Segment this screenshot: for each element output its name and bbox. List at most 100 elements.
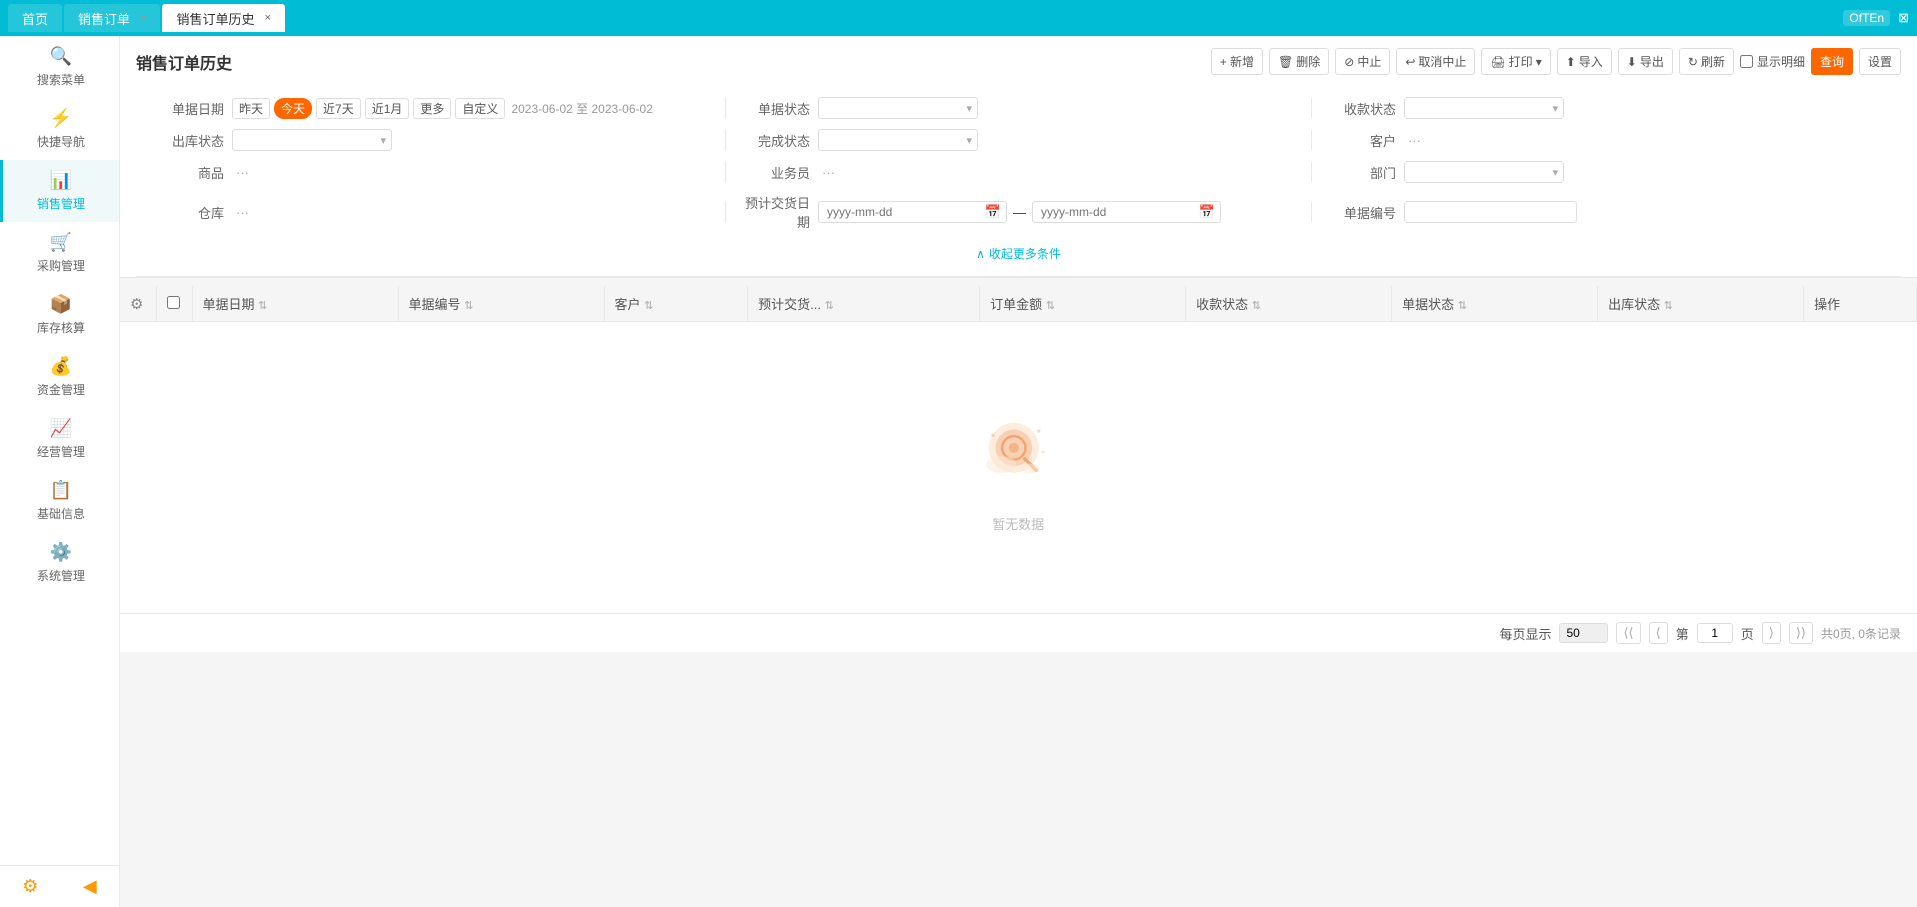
table-settings-icon[interactable]: ⚙ bbox=[130, 296, 143, 313]
divider-3 bbox=[725, 130, 726, 150]
status-select[interactable] bbox=[818, 97, 978, 119]
sort-expected-date-icon[interactable]: ⇅ bbox=[825, 300, 834, 312]
quick-7days[interactable]: 近7天 bbox=[316, 98, 361, 119]
salesperson-label: 业务员 bbox=[738, 163, 818, 182]
clipboard-icon: 📋 bbox=[50, 480, 72, 501]
th-out-status[interactable]: 出库状态 ⇅ bbox=[1598, 286, 1804, 322]
refresh-button[interactable]: ↻ 刷新 bbox=[1679, 48, 1734, 75]
print-button[interactable]: 🖨 打印 ▾ bbox=[1481, 48, 1550, 75]
display-detail-checkbox[interactable]: 显示明细 bbox=[1740, 53, 1805, 70]
quick-more[interactable]: 更多 bbox=[413, 98, 451, 119]
sort-out-status-icon[interactable]: ⇅ bbox=[1664, 300, 1673, 312]
new-button[interactable]: + 新增 bbox=[1211, 48, 1263, 75]
th-expected-date[interactable]: 预计交货... ⇅ bbox=[748, 286, 980, 322]
export-button[interactable]: ⬇ 导出 bbox=[1618, 48, 1673, 75]
lightning-icon: ⚡ bbox=[50, 108, 72, 129]
sidebar-item-inventory[interactable]: 📦 库存核算 bbox=[0, 284, 119, 346]
select-all-checkbox[interactable] bbox=[167, 296, 180, 309]
th-docno[interactable]: 单据编号 ⇅ bbox=[398, 286, 604, 322]
divider-1 bbox=[725, 98, 726, 118]
delete-button[interactable]: 🗑 删除 bbox=[1269, 48, 1329, 75]
sidebar-item-sys-mgmt[interactable]: ⚙️ 系统管理 bbox=[0, 532, 119, 594]
stop-button[interactable]: ⊘ 中止 bbox=[1335, 48, 1390, 75]
next-page-btn[interactable]: ⟩ bbox=[1762, 622, 1781, 644]
expected-date-end-wrapper: 📅 bbox=[1032, 201, 1221, 223]
empty-illustration bbox=[968, 402, 1068, 502]
search-icon: 🔍 bbox=[50, 46, 72, 67]
tab-sales-order-close[interactable]: × bbox=[140, 12, 146, 24]
sort-docno-icon[interactable]: ⇅ bbox=[464, 300, 473, 312]
sidebar-item-operations[interactable]: 📈 经营管理 bbox=[0, 408, 119, 470]
sidebar-item-sys-mgmt-label: 系统管理 bbox=[37, 567, 85, 584]
sidebar-item-purchase-mgmt[interactable]: 🛒 采购管理 bbox=[0, 222, 119, 284]
date-range-dash: — bbox=[1013, 205, 1026, 220]
tab-sales-order-history[interactable]: 销售订单历史 × bbox=[162, 4, 284, 32]
money-icon: 💰 bbox=[50, 356, 72, 377]
quick-custom[interactable]: 自定义 bbox=[455, 98, 505, 119]
settings-button[interactable]: 设置 bbox=[1859, 48, 1901, 75]
collapse-row[interactable]: ∧ 收起更多条件 bbox=[152, 241, 1885, 266]
warehouse-picker-icon[interactable]: ··· bbox=[232, 205, 253, 220]
quick-yesterday[interactable]: 昨天 bbox=[232, 98, 270, 119]
th-doc-status[interactable]: 单据状态 ⇅ bbox=[1392, 286, 1598, 322]
th-payment-status[interactable]: 收款状态 ⇅ bbox=[1186, 286, 1392, 322]
date-filter-control: 昨天 今天 近7天 近1月 更多 自定义 2023-06-02 至 2023-0… bbox=[232, 98, 713, 119]
tab-home[interactable]: 首页 bbox=[8, 4, 62, 32]
th-date-label: 单据日期 bbox=[203, 297, 255, 312]
payment-label: 收款状态 bbox=[1324, 99, 1404, 118]
sidebar-item-data[interactable]: 📋 基础信息 bbox=[0, 470, 119, 532]
page-size-select[interactable]: 50 20 100 bbox=[1559, 623, 1608, 643]
refresh-icon: ↻ bbox=[1688, 55, 1698, 69]
prev-page-btn[interactable]: ⟨ bbox=[1649, 622, 1668, 644]
tab-sales-order-history-close[interactable]: × bbox=[264, 12, 270, 24]
complete-select-wrapper: ▾ bbox=[818, 129, 978, 151]
th-date[interactable]: 单据日期 ⇅ bbox=[192, 286, 398, 322]
filter-row-2: 出库状态 ▾ 完成状态 bbox=[152, 129, 1885, 151]
divider-4 bbox=[1311, 130, 1312, 150]
query-button[interactable]: 查询 bbox=[1811, 48, 1853, 75]
sidebar-item-sales-mgmt[interactable]: 📊 销售管理 bbox=[0, 160, 119, 222]
th-amount[interactable]: 订单金额 ⇅ bbox=[980, 286, 1186, 322]
display-detail-input[interactable] bbox=[1740, 55, 1753, 68]
sort-customer-icon[interactable]: ⇅ bbox=[644, 300, 653, 312]
expected-date-start[interactable] bbox=[818, 201, 1007, 223]
sort-amount-icon[interactable]: ⇅ bbox=[1046, 300, 1055, 312]
first-page-btn[interactable]: ⟨⟨ bbox=[1616, 622, 1640, 644]
cancel-stop-button[interactable]: ↩ 取消中止 bbox=[1396, 48, 1475, 75]
often-badge[interactable]: OfTEn bbox=[1843, 10, 1890, 26]
page-num-input[interactable] bbox=[1697, 623, 1733, 643]
sidebar-collapse-icon[interactable]: ◀ bbox=[83, 876, 97, 897]
salesperson-picker-icon[interactable]: ··· bbox=[818, 165, 839, 180]
th-customer[interactable]: 客户 ⇅ bbox=[604, 286, 748, 322]
doc-no-input[interactable] bbox=[1404, 201, 1577, 223]
dept-select-wrapper: ▾ bbox=[1404, 161, 1564, 183]
dept-label: 部门 bbox=[1324, 163, 1404, 182]
tab-sales-order[interactable]: 销售订单 × bbox=[64, 4, 160, 32]
dept-select[interactable] bbox=[1404, 161, 1564, 183]
complete-select[interactable] bbox=[818, 129, 978, 151]
payment-select[interactable] bbox=[1404, 97, 1564, 119]
toolbar: + 新增 🗑 删除 ⊘ 中止 ↩ 取消中止 🖨 打 bbox=[1211, 48, 1901, 75]
sort-payment-icon[interactable]: ⇅ bbox=[1252, 300, 1261, 312]
sidebar-item-search-menu[interactable]: 🔍 搜索菜单 bbox=[0, 36, 119, 98]
cart-icon: 🛒 bbox=[50, 232, 72, 253]
import-button[interactable]: ⬆ 导入 bbox=[1557, 48, 1612, 75]
quick-1month[interactable]: 近1月 bbox=[365, 98, 410, 119]
date-range-text: 2023-06-02 至 2023-06-02 bbox=[511, 100, 652, 117]
quick-today[interactable]: 今天 bbox=[274, 98, 312, 119]
empty-text: 暂无数据 bbox=[992, 514, 1044, 533]
page-label-before: 第 bbox=[1676, 624, 1689, 643]
window-close-btn[interactable]: ⊠ bbox=[1898, 10, 1909, 26]
sidebar-settings-icon[interactable]: ⚙ bbox=[22, 876, 38, 897]
sort-date-icon[interactable]: ⇅ bbox=[258, 300, 267, 312]
expected-date-end[interactable] bbox=[1032, 201, 1221, 223]
doc-no-control bbox=[1404, 201, 1885, 223]
sort-doc-status-icon[interactable]: ⇅ bbox=[1458, 300, 1467, 312]
goods-picker-icon[interactable]: ··· bbox=[232, 165, 253, 180]
filter-row-3: 商品 ··· 业务员 ··· 部门 bbox=[152, 161, 1885, 183]
out-status-select[interactable] bbox=[232, 129, 392, 151]
customer-picker-icon[interactable]: ··· bbox=[1404, 133, 1425, 148]
sidebar-item-finance[interactable]: 💰 资金管理 bbox=[0, 346, 119, 408]
last-page-btn[interactable]: ⟩⟩ bbox=[1789, 622, 1813, 644]
sidebar-item-quick-nav[interactable]: ⚡ 快捷导航 bbox=[0, 98, 119, 160]
